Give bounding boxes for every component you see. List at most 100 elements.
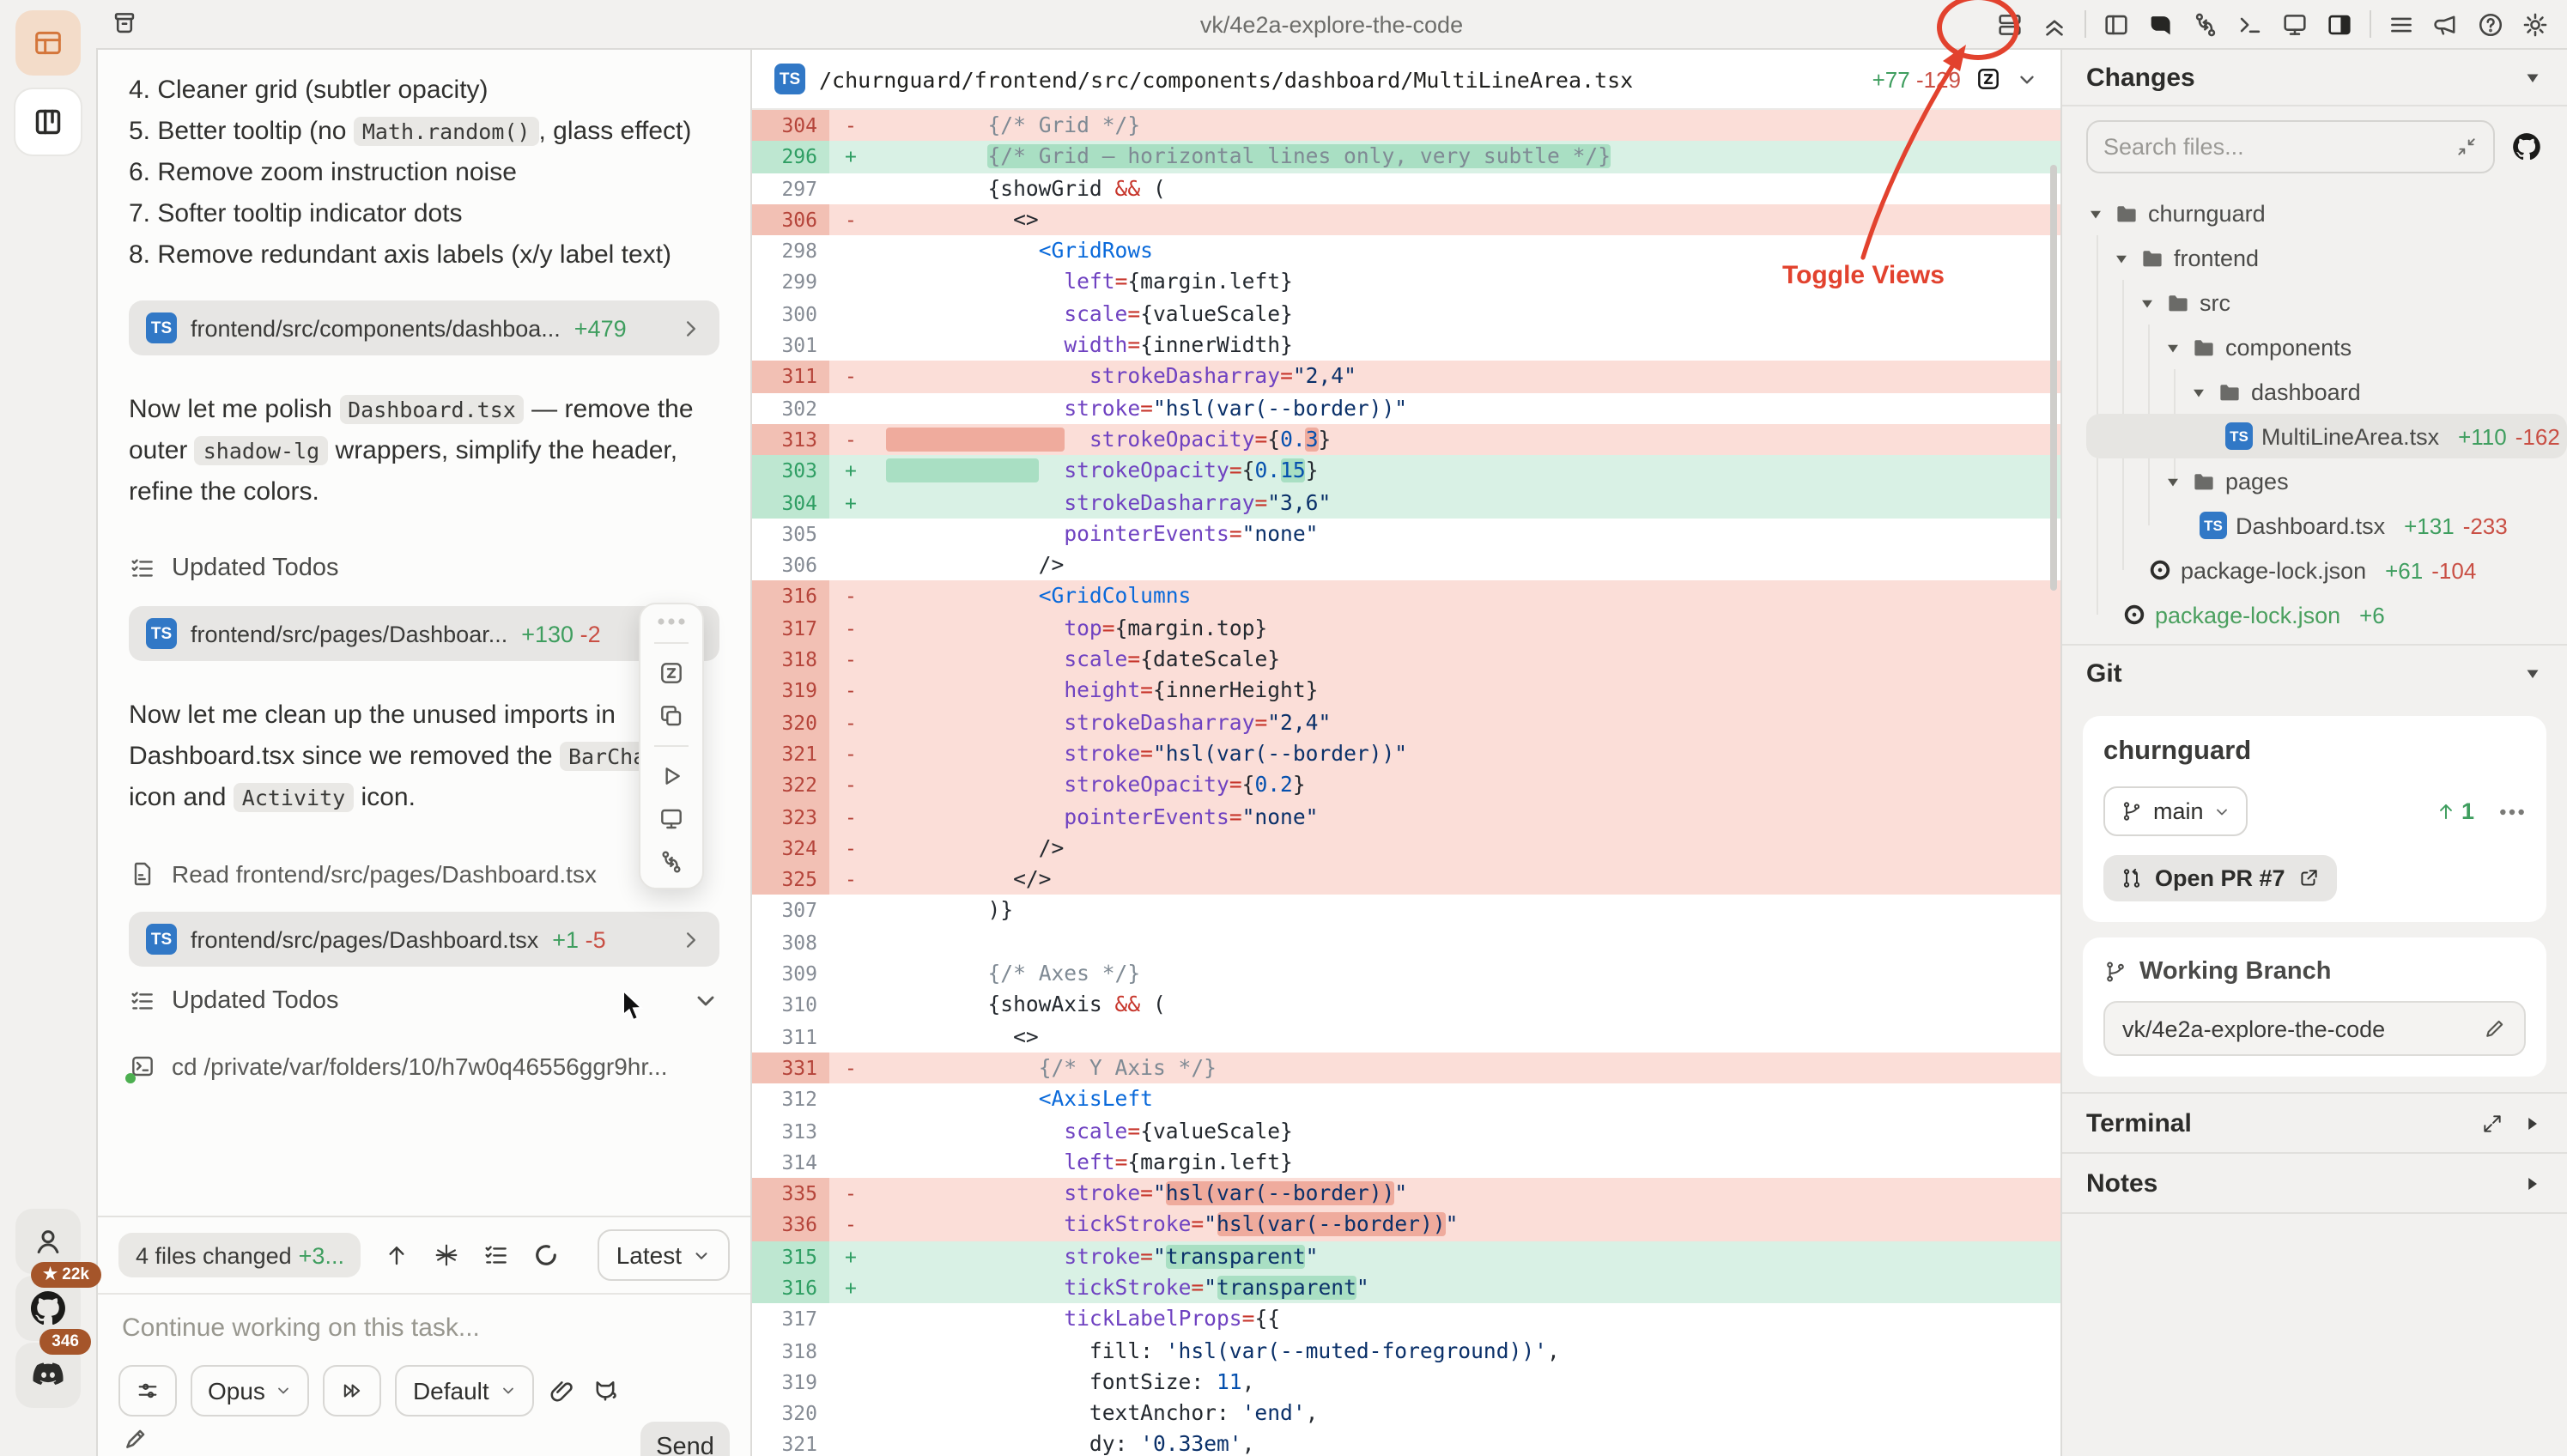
commits-ahead[interactable]: 1	[2436, 798, 2474, 824]
highlighter-icon[interactable]	[122, 1423, 151, 1453]
files-changed-pill[interactable]: 4 files changed +3...	[118, 1233, 361, 1277]
diff-row: 325- </>	[752, 864, 2060, 895]
tune-button[interactable]	[118, 1365, 177, 1417]
diff-view-icon[interactable]	[658, 659, 685, 687]
line-number: 296	[752, 142, 829, 173]
branch-dropdown[interactable]: main	[2103, 786, 2248, 836]
diff-row: 299 left={margin.left}	[752, 267, 2060, 299]
fast-forward-button[interactable]	[324, 1365, 382, 1417]
workspace-layout-button[interactable]	[15, 10, 81, 76]
tree-item-components[interactable]: components	[2086, 325, 2567, 369]
line-number: 318	[752, 1335, 829, 1367]
toggle-views-icon[interactable]	[1995, 9, 2024, 39]
tree-item-churnguard[interactable]: churnguard	[2086, 191, 2567, 235]
diff-marker	[829, 926, 886, 958]
left-panel-icon[interactable]	[2102, 9, 2131, 39]
diff-row: 316- <GridColumns	[752, 581, 2060, 613]
settings-icon[interactable]	[2521, 9, 2550, 39]
changes-section-header[interactable]: Changes	[2062, 50, 2567, 105]
right-panel-icon[interactable]	[2325, 9, 2354, 39]
collapse-tree-icon[interactable]	[2455, 136, 2478, 158]
diff-row: 318 fill: 'hsl(var(--muted-foreground))'…	[752, 1335, 2060, 1367]
tree-item-dashboard[interactable]: dashboard	[2086, 369, 2567, 414]
terminal-command-row[interactable]: cd /private/var/folders/10/h7w0q46556ggr…	[129, 1053, 719, 1080]
todo-row[interactable]: Updated Todos	[129, 987, 719, 1015]
terminal-section[interactable]: Terminal	[2062, 1092, 2567, 1152]
diff-row: 312 <AxisLeft	[752, 1083, 2060, 1115]
more-icon[interactable]	[2498, 798, 2526, 825]
spark-icon[interactable]	[434, 1241, 461, 1269]
working-branch-input[interactable]: vk/4e2a-explore-the-code	[2103, 1001, 2526, 1056]
drag-handle-icon[interactable]	[656, 616, 687, 627]
person-icon	[31, 1224, 65, 1259]
search-placeholder: Search files...	[2103, 134, 2445, 160]
diff-scrollbar[interactable]	[2050, 165, 2057, 591]
chevron-down-icon[interactable]	[2016, 68, 2038, 90]
search-files-input[interactable]: Search files...	[2086, 120, 2495, 173]
cat-icon[interactable]	[591, 1376, 620, 1405]
git-compare-icon[interactable]	[2191, 9, 2220, 39]
version-dropdown[interactable]: Latest	[598, 1229, 730, 1281]
menu-icon[interactable]	[2387, 9, 2416, 39]
send-button[interactable]: Send	[640, 1422, 730, 1456]
tree-item-pages[interactable]: pages	[2086, 458, 2567, 503]
mode-dropdown[interactable]: Default	[396, 1365, 534, 1417]
mode-label: Default	[413, 1377, 489, 1404]
preview-icon[interactable]	[658, 805, 685, 833]
git-section-header[interactable]: Git	[2062, 646, 2567, 701]
github-icon[interactable]	[2510, 130, 2543, 163]
discord-button[interactable]: 346	[15, 1343, 81, 1408]
tree-item-frontend[interactable]: frontend	[2086, 235, 2567, 280]
chat-icon[interactable]	[2146, 9, 2176, 39]
monitor-icon[interactable]	[2280, 9, 2309, 39]
run-icon[interactable]	[658, 762, 685, 790]
diff-row: 308	[752, 926, 2060, 958]
file-diff-chip[interactable]: TSfrontend/src/components/dashboa...+479	[129, 300, 719, 355]
todos-icon[interactable]	[483, 1241, 511, 1269]
tree-item-src[interactable]: src	[2086, 280, 2567, 325]
tree-item-label: dashboard	[2251, 379, 2361, 404]
file-diff-chip[interactable]: TSfrontend/src/pages/Dashboard.tsx+1 -5	[129, 912, 719, 967]
archive-icon[interactable]	[110, 9, 139, 38]
edit-icon[interactable]	[2483, 1016, 2507, 1040]
announcements-icon[interactable]	[2431, 9, 2461, 39]
line-number: 315	[752, 1241, 829, 1272]
message-input[interactable]: Continue working on this task...	[98, 1295, 750, 1362]
open-pr-button[interactable]: Open PR #7	[2103, 855, 2337, 901]
diff-marker	[829, 299, 886, 331]
copy-icon[interactable]	[658, 702, 685, 730]
terminal-icon[interactable]	[2236, 9, 2265, 39]
tree-item-package-lock-json[interactable]: package-lock.json+6	[2086, 592, 2567, 637]
tree-item-multilinearea-tsx[interactable]: TSMultiLineArea.tsx+110-162	[2086, 414, 2567, 458]
checklist-icon	[129, 555, 156, 582]
notes-section[interactable]: Notes	[2062, 1152, 2567, 1212]
expand-icon[interactable]	[2481, 1112, 2503, 1134]
line-number: 313	[752, 424, 829, 456]
git-compare-icon[interactable]	[658, 848, 685, 876]
chat-paragraph: 4. Cleaner grid (subtler opacity)	[129, 70, 719, 112]
discord-icon	[29, 1356, 67, 1394]
diff-marker	[829, 1115, 886, 1147]
file-diff-chip[interactable]: TSfrontend/src/pages/Dashboar...+130 -2	[129, 606, 719, 661]
chevron-down-icon	[2214, 803, 2231, 820]
model-dropdown[interactable]: Opus	[191, 1365, 310, 1417]
ts-file-icon: TS	[146, 618, 177, 649]
todo-row[interactable]: Updated Todos	[129, 555, 719, 582]
code-line: left={margin.left}	[886, 267, 2060, 299]
line-number: 319	[752, 1367, 829, 1398]
tree-item-dashboard-tsx[interactable]: TSDashboard.tsx+131-233	[2086, 503, 2567, 548]
kanban-view-button[interactable]	[15, 89, 81, 155]
read-file-row[interactable]: Read frontend/src/pages/Dashboard.tsx	[129, 860, 719, 888]
attach-icon[interactable]	[548, 1376, 577, 1405]
diff-mode-icon[interactable]	[1975, 65, 2002, 93]
collapse-triangle-icon	[2522, 67, 2543, 88]
collapse-all-icon[interactable]	[2040, 9, 2069, 39]
diff-row: 316+ tickStroke="transparent"	[752, 1272, 2060, 1304]
code-line: strokeDasharray="3,6"	[886, 487, 2060, 519]
document-icon	[129, 860, 156, 888]
scroll-up-icon[interactable]	[384, 1241, 411, 1269]
ts-file-icon: TS	[146, 924, 177, 955]
ts-file-icon: TS	[774, 64, 805, 94]
tree-item-package-lock-json[interactable]: package-lock.json+61-104	[2086, 548, 2567, 592]
help-icon[interactable]	[2476, 9, 2505, 39]
